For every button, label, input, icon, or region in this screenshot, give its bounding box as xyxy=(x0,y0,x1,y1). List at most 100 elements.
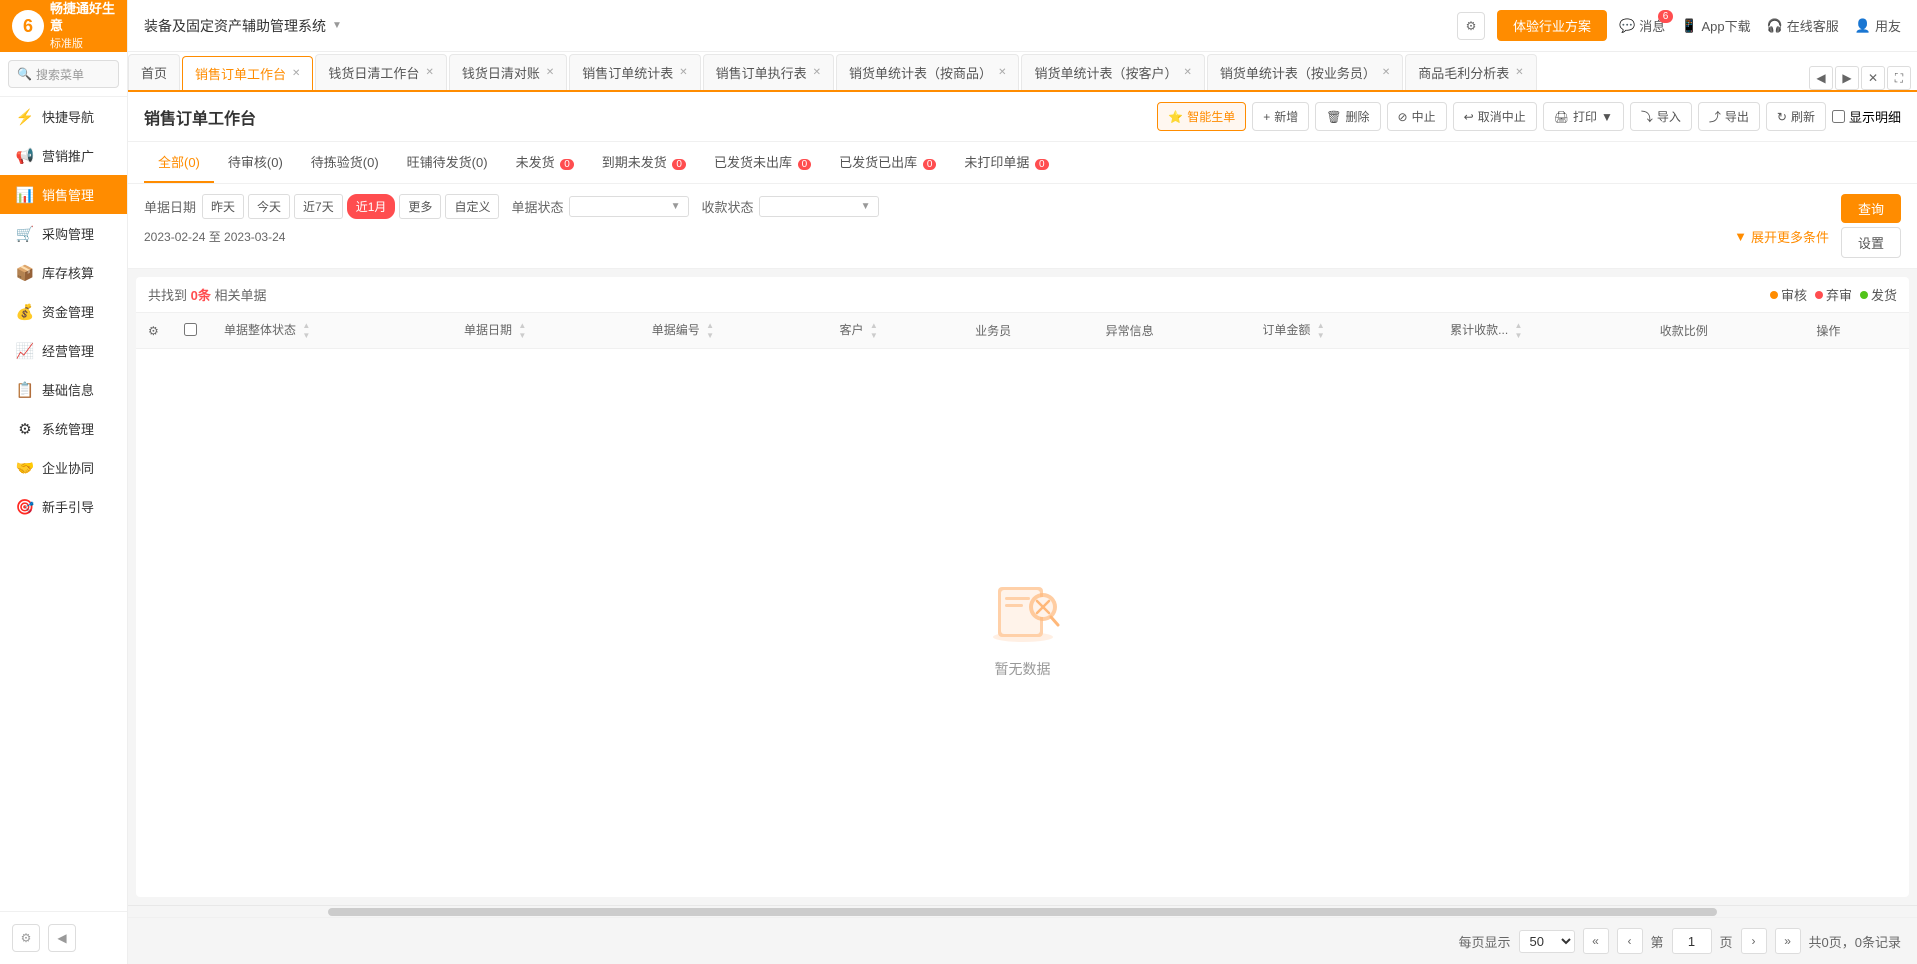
page-last-button[interactable]: » xyxy=(1775,928,1801,954)
tab-expand-button[interactable]: ⛶ xyxy=(1887,66,1911,90)
message-button[interactable]: 💬 消息 6 xyxy=(1619,16,1665,35)
tab-close-icon[interactable]: ✕ xyxy=(425,67,433,78)
date-btn-7days[interactable]: 近7天 xyxy=(294,194,343,219)
message-icon: 💬 xyxy=(1619,18,1635,34)
expand-icon: ▼ xyxy=(1734,229,1747,244)
scrollbar-thumb[interactable] xyxy=(328,908,1717,916)
delete-button[interactable]: 🗑 删除 xyxy=(1315,102,1380,131)
horizontal-scrollbar[interactable] xyxy=(128,905,1917,917)
cancel-review-op-button[interactable]: 弃审 xyxy=(1815,285,1852,304)
filter-tab-wangpu[interactable]: 旺铺待发货(0) xyxy=(393,142,502,183)
online-service-button[interactable]: 🎧 在线客服 xyxy=(1767,16,1839,35)
tab-scroll-left-button[interactable]: ◀ xyxy=(1809,66,1833,90)
sidebar-item-enterprise[interactable]: 🤝 企业协同 xyxy=(0,448,127,487)
sidebar-item-sales[interactable]: 📊 销售管理 xyxy=(0,175,127,214)
ship-op-button[interactable]: 发货 xyxy=(1860,285,1897,304)
filter-tab-not-printed[interactable]: 未打印单据 0 xyxy=(950,142,1062,183)
tab-sales-detail[interactable]: 销售订单执行表 ✕ xyxy=(703,54,834,90)
tab-cash-reconcile[interactable]: 钱货日清对账 ✕ xyxy=(449,54,567,90)
page-number-input[interactable] xyxy=(1672,928,1712,954)
status-select[interactable]: ▼ xyxy=(569,196,689,217)
empty-illustration xyxy=(973,567,1073,647)
filter-tab-pending-review[interactable]: 待审核(0) xyxy=(214,142,297,183)
refresh-button[interactable]: ↻ 刷新 xyxy=(1766,102,1826,131)
sidebar-item-quick-nav[interactable]: ⚡ 快捷导航 xyxy=(0,97,127,136)
sidebar-item-inventory[interactable]: 📦 库存核算 xyxy=(0,253,127,292)
page-size-select[interactable]: 10 20 50 100 xyxy=(1519,930,1575,953)
tab-close-icon[interactable]: ✕ xyxy=(813,67,821,78)
payment-select[interactable]: ▼ xyxy=(759,196,879,217)
cancel-stop-button[interactable]: ↩ 取消中止 xyxy=(1453,102,1537,131)
payment-chevron-icon: ▼ xyxy=(861,201,871,212)
enterprise-icon: 🤝 xyxy=(16,459,34,477)
settings-button[interactable]: ⚙ xyxy=(12,924,40,952)
tab-close-icon[interactable]: ✕ xyxy=(998,67,1006,78)
date-btn-custom[interactable]: 自定义 xyxy=(445,194,499,219)
collapse-button[interactable]: ◀ xyxy=(48,924,76,952)
filter-tab-expired[interactable]: 到期未发货 0 xyxy=(588,142,700,183)
add-button[interactable]: + 新增 xyxy=(1252,102,1309,131)
th-exception: 异常信息 xyxy=(1094,313,1251,349)
column-settings-icon[interactable]: ⚙ xyxy=(148,324,159,338)
filter-tab-pending-check[interactable]: 待拣验货(0) xyxy=(297,142,393,183)
tab-close-icon[interactable]: ✕ xyxy=(546,67,554,78)
tab-sales-order-workbench[interactable]: 销售订单工作台 ✕ xyxy=(182,56,313,92)
tab-cash-daily[interactable]: 钱货日清工作台 ✕ xyxy=(315,54,446,90)
tab-home[interactable]: 首页 xyxy=(128,54,180,90)
tab-close-icon[interactable]: ✕ xyxy=(1515,67,1523,78)
page-first-button[interactable]: « xyxy=(1583,928,1609,954)
date-btn-today[interactable]: 今天 xyxy=(248,194,290,219)
filter-tab-all[interactable]: 全部(0) xyxy=(144,142,214,183)
cancel-stop-label: 取消中止 xyxy=(1478,108,1526,125)
show-detail-label[interactable]: 显示明细 xyxy=(1832,107,1901,126)
tab-close-icon[interactable]: ✕ xyxy=(1183,67,1191,78)
tab-sales-product[interactable]: 销货单统计表（按商品） ✕ xyxy=(836,54,1019,90)
select-all-checkbox[interactable] xyxy=(184,323,197,336)
sidebar-item-marketing[interactable]: 📢 营销推广 xyxy=(0,136,127,175)
page-next-button[interactable]: › xyxy=(1741,928,1767,954)
user-button[interactable]: 👤 用友 xyxy=(1855,16,1901,35)
th-settings: ⚙ xyxy=(136,313,172,349)
date-btn-yesterday[interactable]: 昨天 xyxy=(202,194,244,219)
tab-close-icon[interactable]: ✕ xyxy=(1382,67,1390,78)
logo-name: 畅捷通好生意 xyxy=(50,1,115,35)
page-title: 销售订单工作台 xyxy=(144,105,256,129)
import-button[interactable]: ⤵ 导入 xyxy=(1630,102,1692,131)
page-prev-button[interactable]: ‹ xyxy=(1617,928,1643,954)
tab-sales-stats[interactable]: 销售订单统计表 ✕ xyxy=(569,54,700,90)
print-button[interactable]: 🖨 打印 ▼ xyxy=(1543,102,1624,131)
set-button[interactable]: 设置 xyxy=(1841,227,1901,258)
add-icon: + xyxy=(1263,110,1270,124)
tab-close-icon[interactable]: ✕ xyxy=(292,68,300,79)
stop-button[interactable]: ⊘ 中止 xyxy=(1387,102,1447,131)
sidebar-item-basic-info[interactable]: 📋 基础信息 xyxy=(0,370,127,409)
sidebar-item-guide[interactable]: 🎯 新手引导 xyxy=(0,487,127,526)
date-btn-more[interactable]: 更多 xyxy=(399,194,441,219)
date-btn-1month[interactable]: 近1月 xyxy=(347,194,396,219)
sidebar-item-system[interactable]: ⚙ 系统管理 xyxy=(0,409,127,448)
app-download-button[interactable]: 📱 App下载 xyxy=(1681,16,1750,35)
review-op-button[interactable]: 审核 xyxy=(1770,285,1807,304)
sales-icon: 📊 xyxy=(16,186,34,204)
smart-generate-button[interactable]: ⭐ 智能生单 xyxy=(1157,102,1246,131)
filter-tab-shipped-out[interactable]: 已发货已出库 0 xyxy=(825,142,950,183)
tab-scroll-right-button[interactable]: ▶ xyxy=(1835,66,1859,90)
sidebar-item-purchase[interactable]: 🛒 采购管理 xyxy=(0,214,127,253)
filter-bar: 单据日期 昨天 今天 近7天 近1月 更多 自定义 单据状态 xyxy=(128,184,1917,269)
sidebar-item-finance[interactable]: 💰 资金管理 xyxy=(0,292,127,331)
show-detail-checkbox[interactable] xyxy=(1832,110,1845,123)
tab-close-all-button[interactable]: ✕ xyxy=(1861,66,1885,90)
search-menu-button[interactable]: 🔍 搜索菜单 xyxy=(8,60,119,88)
trial-button[interactable]: 体验行业方案 xyxy=(1497,10,1607,41)
filter-tab-not-shipped[interactable]: 未发货 0 xyxy=(502,142,588,183)
tab-sales-customer[interactable]: 销货单统计表（按客户） ✕ xyxy=(1021,54,1204,90)
tab-product-profit[interactable]: 商品毛利分析表 ✕ xyxy=(1405,54,1536,90)
filter-tab-shipped-not-out[interactable]: 已发货未出库 0 xyxy=(700,142,825,183)
query-button[interactable]: 查询 xyxy=(1841,194,1901,223)
settings-gear-button[interactable]: ⚙ xyxy=(1457,12,1485,40)
tab-sales-employee[interactable]: 销货单统计表（按业务员） ✕ xyxy=(1207,54,1403,90)
tab-close-icon[interactable]: ✕ xyxy=(679,67,687,78)
expand-filters-button[interactable]: ▼ 展开更多条件 xyxy=(1734,227,1829,246)
sidebar-item-operation[interactable]: 📈 经营管理 xyxy=(0,331,127,370)
export-button[interactable]: ⤴ 导出 xyxy=(1698,102,1760,131)
